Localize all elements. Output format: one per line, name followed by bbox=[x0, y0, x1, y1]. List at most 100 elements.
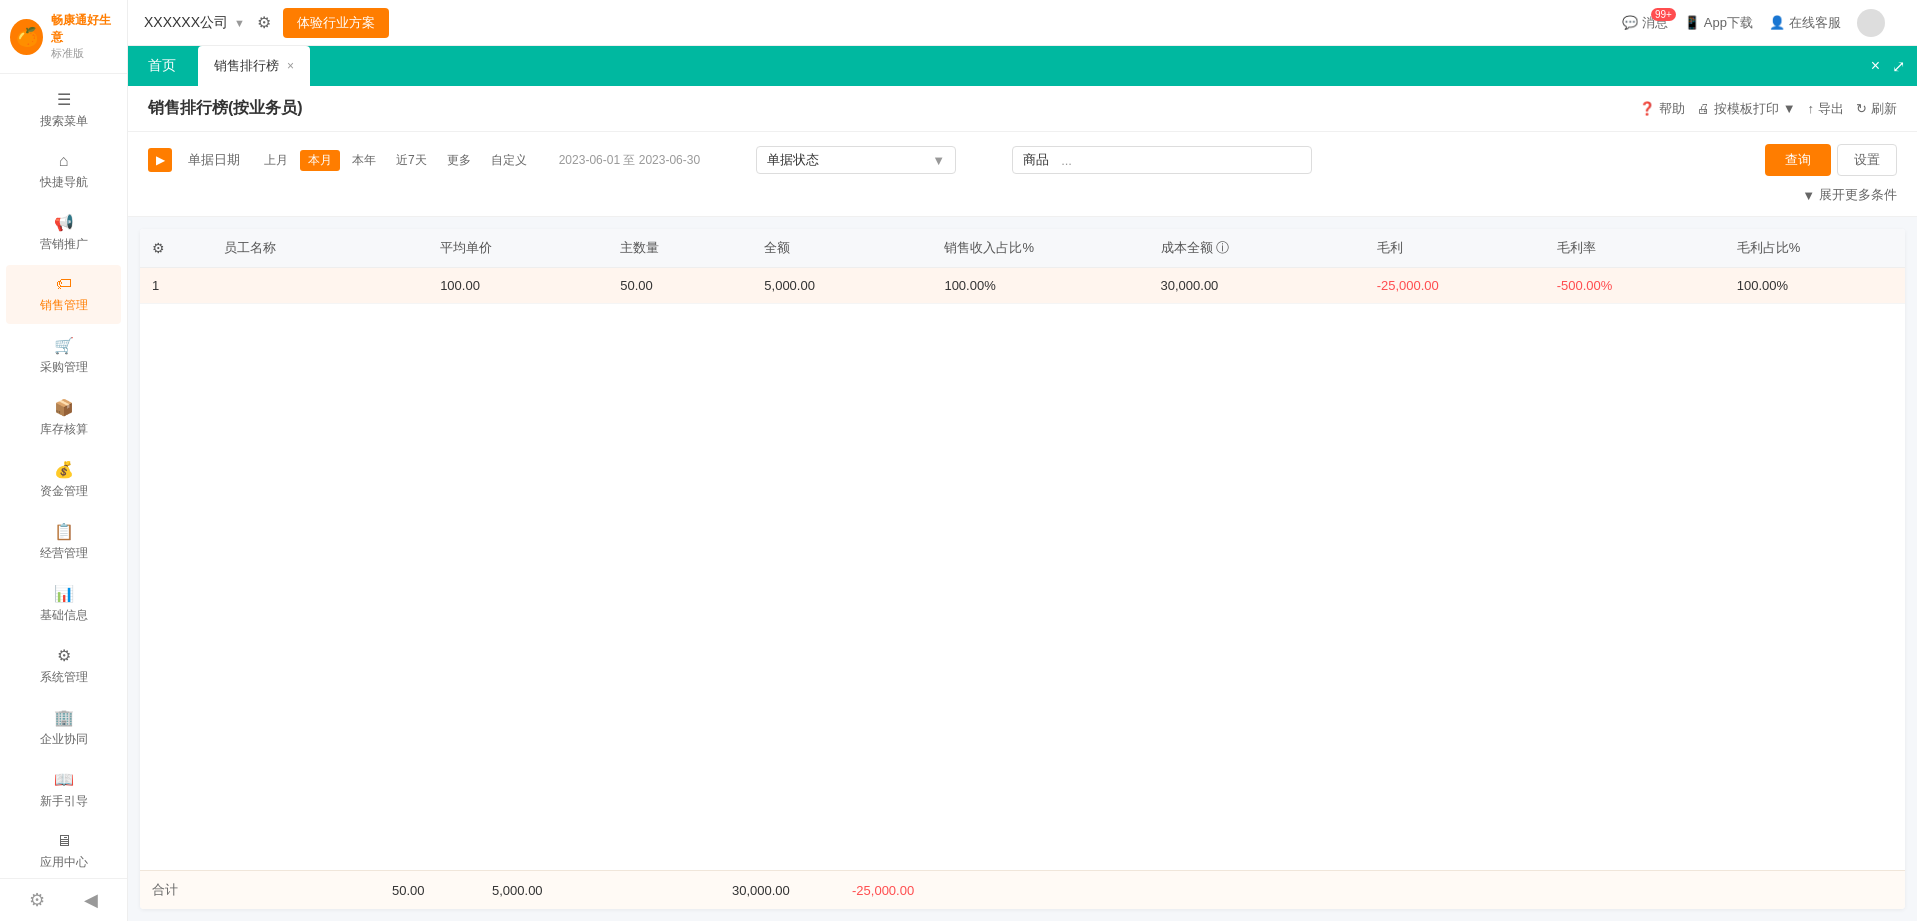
nav-label-operations: 经营管理 bbox=[40, 545, 88, 562]
tab-sales-ranking[interactable]: 销售排行榜 × bbox=[198, 46, 310, 86]
sidebar-bottom: ⚙ ◀ bbox=[0, 878, 127, 921]
sidebar-item-search[interactable]: ☰ 搜索菜单 bbox=[6, 80, 121, 140]
message-button[interactable]: 💬 消息 99+ bbox=[1622, 14, 1668, 32]
date-shortcut-更多[interactable]: 更多 bbox=[439, 150, 479, 171]
nav-icon-finance: 💰 bbox=[54, 460, 74, 479]
nav-label-system: 系统管理 bbox=[40, 669, 88, 686]
status-filter[interactable]: 单据状态 ▼ bbox=[756, 146, 956, 174]
col-employee: 员工名称 bbox=[212, 229, 428, 268]
app-download-button[interactable]: 📱 App下载 bbox=[1684, 14, 1753, 32]
table-header: ⚙员工名称平均单价主数量全额销售收入占比%成本全额 ⓘ毛利毛利率毛利占比% bbox=[140, 229, 1905, 268]
expand-more-btn[interactable]: ▼ 展开更多条件 bbox=[1802, 186, 1897, 204]
filter-toggle-btn[interactable]: ▶ bbox=[148, 148, 172, 172]
tab-bar-right: × ⤢ bbox=[1871, 57, 1917, 76]
online-service-button[interactable]: 👤 在线客服 bbox=[1769, 14, 1841, 32]
page-header: 销售排行榜(按业务员) ❓ 帮助 🖨 按模板打印 ▼ ↑ 导出 ↻ 刷新 bbox=[128, 86, 1917, 132]
logo-line1: 畅康通好生意 bbox=[51, 12, 117, 46]
nav-label-marketing: 营销推广 bbox=[40, 236, 88, 253]
tab-bar: 首页 销售排行榜 × × ⤢ bbox=[128, 46, 1917, 86]
avatar[interactable] bbox=[1857, 9, 1885, 37]
sidebar-item-quick-nav[interactable]: ⌂ 快捷导航 bbox=[6, 142, 121, 201]
col-profit_pct: 毛利占比% bbox=[1725, 229, 1905, 268]
setting-button[interactable]: 设置 bbox=[1837, 144, 1897, 176]
company-selector[interactable]: XXXXXX公司 ▼ bbox=[144, 14, 245, 32]
footer-cost: 30,000.00 bbox=[732, 883, 832, 898]
nav-icon-marketing: 📢 bbox=[54, 213, 74, 232]
status-label: 单据状态 bbox=[767, 151, 819, 169]
print-dropdown-icon: ▼ bbox=[1783, 101, 1796, 116]
main-area: XXXXXX公司 ▼ ⚙ 体验行业方案 💬 消息 99+ 📱 App下载 👤 在… bbox=[128, 0, 1917, 921]
nav-label-quick-nav: 快捷导航 bbox=[40, 174, 88, 191]
sidebar-item-system[interactable]: ⚙ 系统管理 bbox=[6, 636, 121, 696]
sidebar-item-inventory[interactable]: 📦 库存核算 bbox=[6, 388, 121, 448]
col-quantity: 主数量 bbox=[608, 229, 752, 268]
export-button[interactable]: ↑ 导出 bbox=[1808, 100, 1845, 118]
nav-icon-system: ⚙ bbox=[57, 646, 71, 665]
sidebar-item-operations[interactable]: 📋 经营管理 bbox=[6, 512, 121, 572]
nav-icon-search: ☰ bbox=[57, 90, 71, 109]
tab-close-window-icon[interactable]: × bbox=[1871, 57, 1880, 75]
nav-label-enterprise: 企业协同 bbox=[40, 731, 88, 748]
nav-label-app-center: 应用中心 bbox=[40, 854, 88, 871]
nav-icon-guide: 📖 bbox=[54, 770, 74, 789]
tab-maximize-icon[interactable]: ⤢ bbox=[1892, 57, 1905, 76]
settings-icon[interactable]: ⚙ bbox=[29, 889, 45, 911]
sidebar-item-marketing[interactable]: 📢 营销推广 bbox=[6, 203, 121, 263]
col-profit: 毛利 bbox=[1365, 229, 1545, 268]
message-icon: 💬 bbox=[1622, 15, 1638, 30]
date-shortcut-本月[interactable]: 本月 bbox=[300, 150, 340, 171]
cell-sales_pct: 100.00% bbox=[932, 268, 1148, 304]
query-buttons: 查询 设置 bbox=[1765, 144, 1897, 176]
help-button[interactable]: ❓ 帮助 bbox=[1639, 100, 1685, 118]
sidebar-item-finance[interactable]: 💰 资金管理 bbox=[6, 450, 121, 510]
col-profit_rate: 毛利率 bbox=[1545, 229, 1725, 268]
trial-button[interactable]: 体验行业方案 bbox=[283, 8, 389, 38]
date-range-text: 2023-06-01 至 2023-06-30 bbox=[559, 152, 700, 169]
cell-cost: 30,000.00 bbox=[1149, 268, 1365, 304]
help-icon: ❓ bbox=[1639, 101, 1655, 116]
logo-line2: 标准版 bbox=[51, 46, 117, 61]
sidebar-item-enterprise[interactable]: 🏢 企业协同 bbox=[6, 698, 121, 758]
footer-amount: 5,000.00 bbox=[492, 883, 592, 898]
collapse-icon[interactable]: ◀ bbox=[84, 889, 98, 911]
sidebar-item-app-center[interactable]: 🖥 应用中心 bbox=[6, 822, 121, 878]
footer-quantity: 50.00 bbox=[392, 883, 472, 898]
sidebar-item-basic-info[interactable]: 📊 基础信息 bbox=[6, 574, 121, 634]
nav-icon-purchase: 🛒 bbox=[54, 336, 74, 355]
cell-avg_price: 100.00 bbox=[428, 268, 608, 304]
nav-icon-quick-nav: ⌂ bbox=[59, 152, 69, 170]
export-icon: ↑ bbox=[1808, 101, 1815, 116]
tab-close-icon[interactable]: × bbox=[287, 59, 294, 73]
page-title: 销售排行榜(按业务员) bbox=[148, 98, 303, 119]
sidebar-item-purchase[interactable]: 🛒 采购管理 bbox=[6, 326, 121, 386]
refresh-button[interactable]: ↻ 刷新 bbox=[1856, 100, 1897, 118]
date-shortcut-本年[interactable]: 本年 bbox=[344, 150, 384, 171]
refresh-icon: ↻ bbox=[1856, 101, 1867, 116]
cell-profit_pct: 100.00% bbox=[1725, 268, 1905, 304]
top-right-actions: 💬 消息 99+ 📱 App下载 👤 在线客服 bbox=[1622, 9, 1901, 37]
sidebar-item-sales[interactable]: 🏷 销售管理 bbox=[6, 265, 121, 324]
logo-icon: 🍊 bbox=[10, 19, 43, 55]
date-shortcut-上月[interactable]: 上月 bbox=[256, 150, 296, 171]
print-button[interactable]: 🖨 按模板打印 ▼ bbox=[1697, 100, 1796, 118]
sidebar-item-guide[interactable]: 📖 新手引导 bbox=[6, 760, 121, 820]
cell-quantity: 50.00 bbox=[608, 268, 752, 304]
logo-area: 🍊 畅康通好生意 标准版 bbox=[0, 0, 127, 74]
nav-label-purchase: 采购管理 bbox=[40, 359, 88, 376]
page-content: 销售排行榜(按业务员) ❓ 帮助 🖨 按模板打印 ▼ ↑ 导出 ↻ 刷新 bbox=[128, 86, 1917, 921]
query-button[interactable]: 查询 bbox=[1765, 144, 1831, 176]
date-shortcut-近7天[interactable]: 近7天 bbox=[388, 150, 435, 171]
page-actions: ❓ 帮助 🖨 按模板打印 ▼ ↑ 导出 ↻ 刷新 bbox=[1639, 100, 1897, 118]
tab-home[interactable]: 首页 bbox=[128, 46, 196, 86]
goods-filter[interactable]: 商品 ... bbox=[1012, 146, 1312, 174]
topbar-settings-icon[interactable]: ⚙ bbox=[257, 13, 271, 32]
date-shortcut-自定义[interactable]: 自定义 bbox=[483, 150, 535, 171]
expand-label: 展开更多条件 bbox=[1819, 186, 1897, 204]
table-scroll[interactable]: ⚙员工名称平均单价主数量全额销售收入占比%成本全额 ⓘ毛利毛利率毛利占比% 11… bbox=[140, 229, 1905, 870]
cell-amount: 5,000.00 bbox=[752, 268, 932, 304]
status-dropdown-arrow: ▼ bbox=[932, 153, 945, 168]
filter-toggle-icon: ▶ bbox=[156, 153, 165, 167]
tab-label: 销售排行榜 bbox=[214, 57, 279, 75]
col-avg_price: 平均单价 bbox=[428, 229, 608, 268]
app-download-label: App下载 bbox=[1704, 14, 1753, 32]
